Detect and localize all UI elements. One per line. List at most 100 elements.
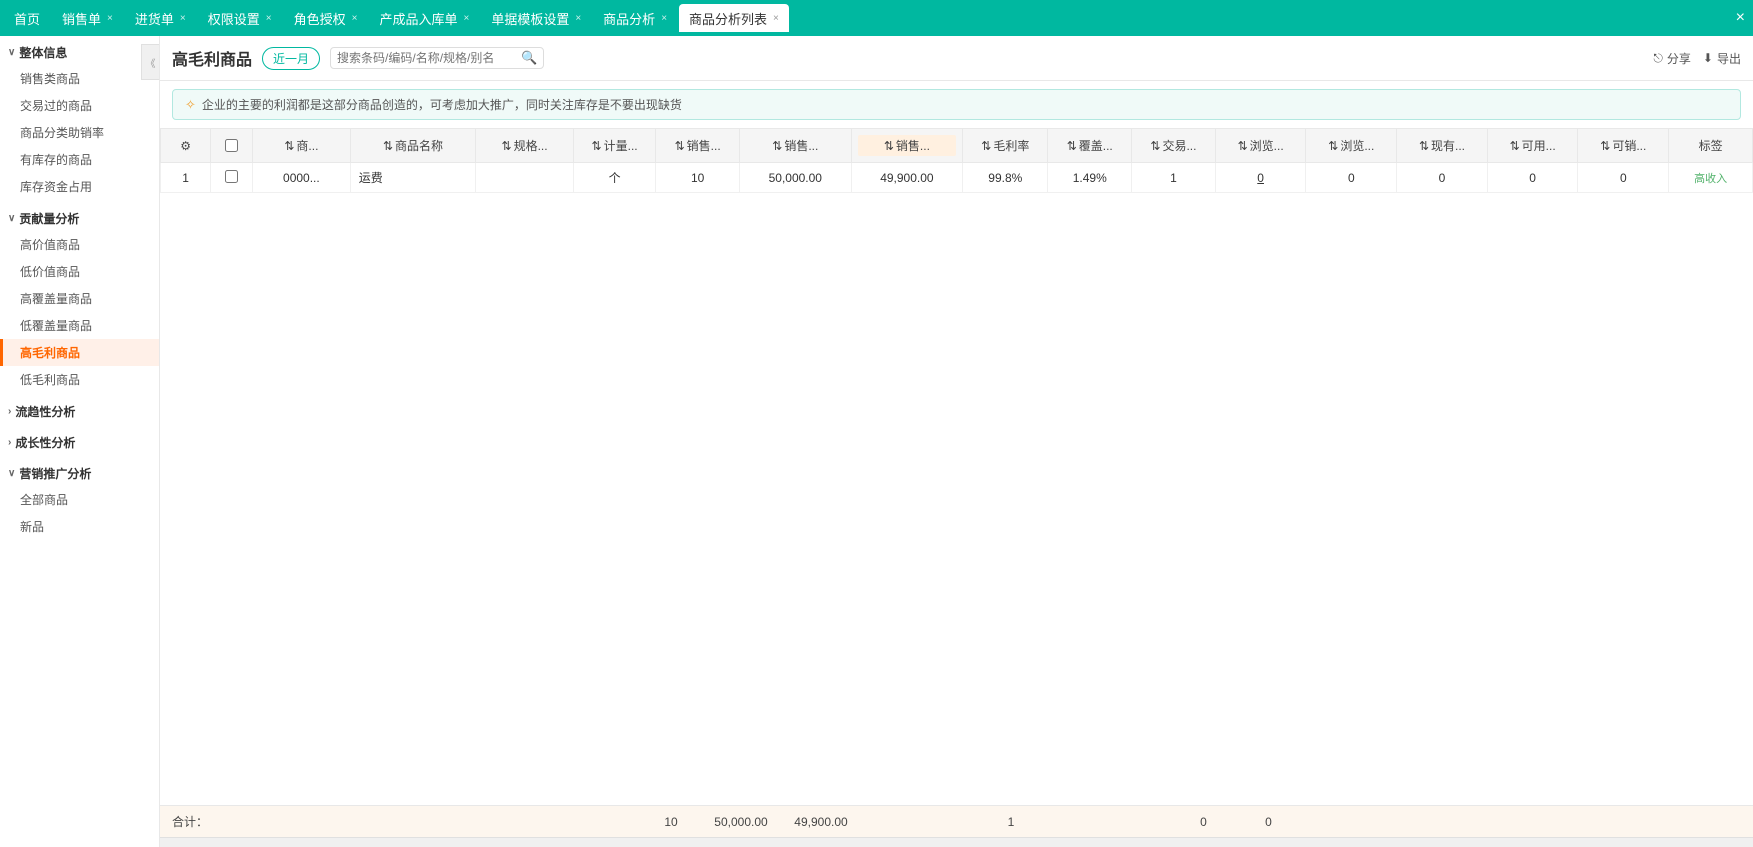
close-tab-analysis-list[interactable]: × — [773, 13, 779, 24]
sidebar-item-low-margin[interactable]: 低毛利商品 — [0, 366, 159, 393]
footer-stock: 0 — [1171, 815, 1236, 829]
info-banner: ✧ 企业的主要的利润都是这部分商品创造的，可考虑加大推广，同时关注库存是不要出现… — [172, 89, 1741, 120]
col-header-sales-qty[interactable]: ⇅ 销售... — [656, 129, 740, 163]
sidebar-item-high-margin[interactable]: 高毛利商品 — [0, 339, 159, 366]
horizontal-scrollbar[interactable] — [160, 837, 1753, 847]
sidebar-item-high-coverage[interactable]: 高覆盖量商品 — [0, 285, 159, 312]
tab-production[interactable]: 产成品入库单 × — [369, 4, 479, 32]
main-layout: 《 ∨ 整体信息 销售类商品 交易过的商品 商品分类助销率 有库存的商品 库存资… — [0, 36, 1753, 847]
sidebar-group-growth: › 成长性分析 — [0, 426, 159, 457]
sort-icon-av: ⇅ — [1510, 139, 1520, 153]
sidebar-item-category-rate[interactable]: 商品分类助销率 — [0, 119, 159, 146]
col-header-spec[interactable]: ⇅ 规格... — [476, 129, 574, 163]
sidebar-item-traded-goods[interactable]: 交易过的商品 — [0, 92, 159, 119]
chevron-down-icon-2: ∨ — [8, 213, 15, 224]
sidebar-collapse-btn[interactable]: 《 — [141, 44, 159, 80]
sidebar-group-overall-header[interactable]: ∨ 整体信息 — [0, 38, 159, 65]
sidebar-item-new-goods[interactable]: 新品 — [0, 513, 159, 540]
col-header-cover[interactable]: ⇅ 覆盖... — [1048, 129, 1132, 163]
search-icon: 🔍 — [521, 50, 537, 66]
sort-icon-sq: ⇅ — [675, 139, 685, 153]
footer-check — [328, 815, 356, 829]
col-header-code[interactable]: ⇅ 商... — [253, 129, 351, 163]
close-tab-role[interactable]: × — [352, 13, 358, 24]
close-tab-production[interactable]: × — [463, 13, 469, 24]
footer-browse1 — [1041, 815, 1106, 829]
sidebar-item-stock-capital[interactable]: 库存资金占用 — [0, 173, 159, 200]
settings-icon: ⚙ — [180, 139, 191, 153]
close-tab-purchase[interactable]: × — [180, 13, 186, 24]
tab-analysis[interactable]: 商品分析 × — [593, 4, 677, 32]
close-tab-permission[interactable]: × — [266, 13, 272, 24]
sidebar-item-low-value[interactable]: 低价值商品 — [0, 258, 159, 285]
col-header-sales-amt[interactable]: ⇅ 销售... — [740, 129, 852, 163]
col-header-unit[interactable]: ⇅ 计量... — [573, 129, 655, 163]
footer-browse2 — [1106, 815, 1171, 829]
export-btn[interactable]: ⬇ 导出 — [1703, 50, 1741, 67]
sidebar-group-marketing-header[interactable]: ∨ 营销推广分析 — [0, 459, 159, 486]
footer-unit — [586, 815, 641, 829]
col-header-saleable[interactable]: ⇅ 可销... — [1578, 129, 1669, 163]
tab-permission[interactable]: 权限设置 × — [198, 4, 282, 32]
col-header-stock[interactable]: ⇅ 现有... — [1397, 129, 1488, 163]
cell-sales-amt: 50,000.00 — [740, 163, 852, 193]
sort-icon-st: ⇅ — [1419, 139, 1429, 153]
table-container: ⚙ ⇅ 商... — [160, 128, 1753, 805]
chevron-down-icon: ∨ — [8, 47, 15, 58]
search-input[interactable] — [337, 51, 517, 65]
col-header-sales-cost[interactable]: ⇅ 销售... — [851, 129, 963, 163]
tab-sales[interactable]: 销售单 × — [52, 4, 123, 32]
share-btn[interactable]: ⎋ 分享 — [1653, 50, 1691, 67]
cell-spec — [476, 163, 574, 193]
cell-gross: 99.8% — [963, 163, 1048, 193]
close-tab-sales[interactable]: × — [107, 13, 113, 24]
cell-cover: 1.49% — [1048, 163, 1132, 193]
close-all-tabs[interactable]: × — [1736, 9, 1745, 27]
sidebar-item-all-goods[interactable]: 全部商品 — [0, 486, 159, 513]
sidebar-item-high-value[interactable]: 高价值商品 — [0, 231, 159, 258]
sort-icon-tr: ⇅ — [1150, 139, 1160, 153]
sidebar-item-low-coverage[interactable]: 低覆盖量商品 — [0, 312, 159, 339]
close-tab-template[interactable]: × — [575, 13, 581, 24]
tab-analysis-list[interactable]: 商品分析列表 × — [679, 4, 789, 32]
footer-gross — [861, 815, 921, 829]
sort-icon-b1: ⇅ — [1238, 139, 1248, 153]
sidebar: 《 ∨ 整体信息 销售类商品 交易过的商品 商品分类助销率 有库存的商品 库存资… — [0, 36, 160, 847]
sidebar-item-in-stock[interactable]: 有库存的商品 — [0, 146, 159, 173]
sidebar-item-sales-goods[interactable]: 销售类商品 — [0, 65, 159, 92]
page-title: 高毛利商品 — [172, 46, 252, 70]
footer-name — [426, 815, 516, 829]
col-header-avail[interactable]: ⇅ 可用... — [1487, 129, 1578, 163]
tab-purchase[interactable]: 进货单 × — [125, 4, 196, 32]
col-header-gross[interactable]: ⇅ 毛利率 — [963, 129, 1048, 163]
table-footer: 合计： 10 50,000.00 49,900.00 1 0 0 — [160, 805, 1753, 837]
sort-icon-gr: ⇅ — [981, 139, 991, 153]
row-checkbox[interactable] — [225, 170, 238, 183]
sidebar-group-trend-header[interactable]: › 流趋性分析 — [0, 397, 159, 424]
cell-browse1[interactable]: 0 — [1215, 163, 1306, 193]
sidebar-group-growth-header[interactable]: › 成长性分析 — [0, 428, 159, 455]
col-header-browse2[interactable]: ⇅ 浏览... — [1306, 129, 1397, 163]
content-header: 高毛利商品 近一月 🔍 ⎋ 分享 ⬇ 导出 — [160, 36, 1753, 81]
col-header-tag[interactable]: 标签 — [1669, 129, 1753, 163]
tab-role[interactable]: 角色授权 × — [284, 4, 368, 32]
select-all-checkbox[interactable] — [225, 139, 238, 152]
cell-name: 运费 — [350, 163, 476, 193]
col-header-name[interactable]: ⇅ 商品名称 — [350, 129, 476, 163]
cell-browse2: 0 — [1306, 163, 1397, 193]
sidebar-group-contribution-header[interactable]: ∨ 贡献量分析 — [0, 204, 159, 231]
cell-seq: 1 — [161, 163, 211, 193]
close-tab-analysis[interactable]: × — [661, 13, 667, 24]
col-header-check[interactable] — [211, 129, 253, 163]
sidebar-group-contribution: ∨ 贡献量分析 高价值商品 低价值商品 高覆盖量商品 低覆盖量商品 高毛利商品 … — [0, 202, 159, 395]
tab-template[interactable]: 单据模板设置 × — [481, 4, 591, 32]
tab-home[interactable]: 首页 — [4, 4, 50, 32]
footer-saleable — [1301, 815, 1366, 829]
col-header-trans[interactable]: ⇅ 交易... — [1132, 129, 1216, 163]
footer-trans: 1 — [981, 815, 1041, 829]
filter-recent-month-btn[interactable]: 近一月 — [262, 47, 320, 70]
search-box: 🔍 — [330, 47, 544, 69]
col-header-browse1[interactable]: ⇅ 浏览... — [1215, 129, 1306, 163]
col-header-seq[interactable]: ⚙ — [161, 129, 211, 163]
cell-check[interactable] — [211, 163, 253, 193]
